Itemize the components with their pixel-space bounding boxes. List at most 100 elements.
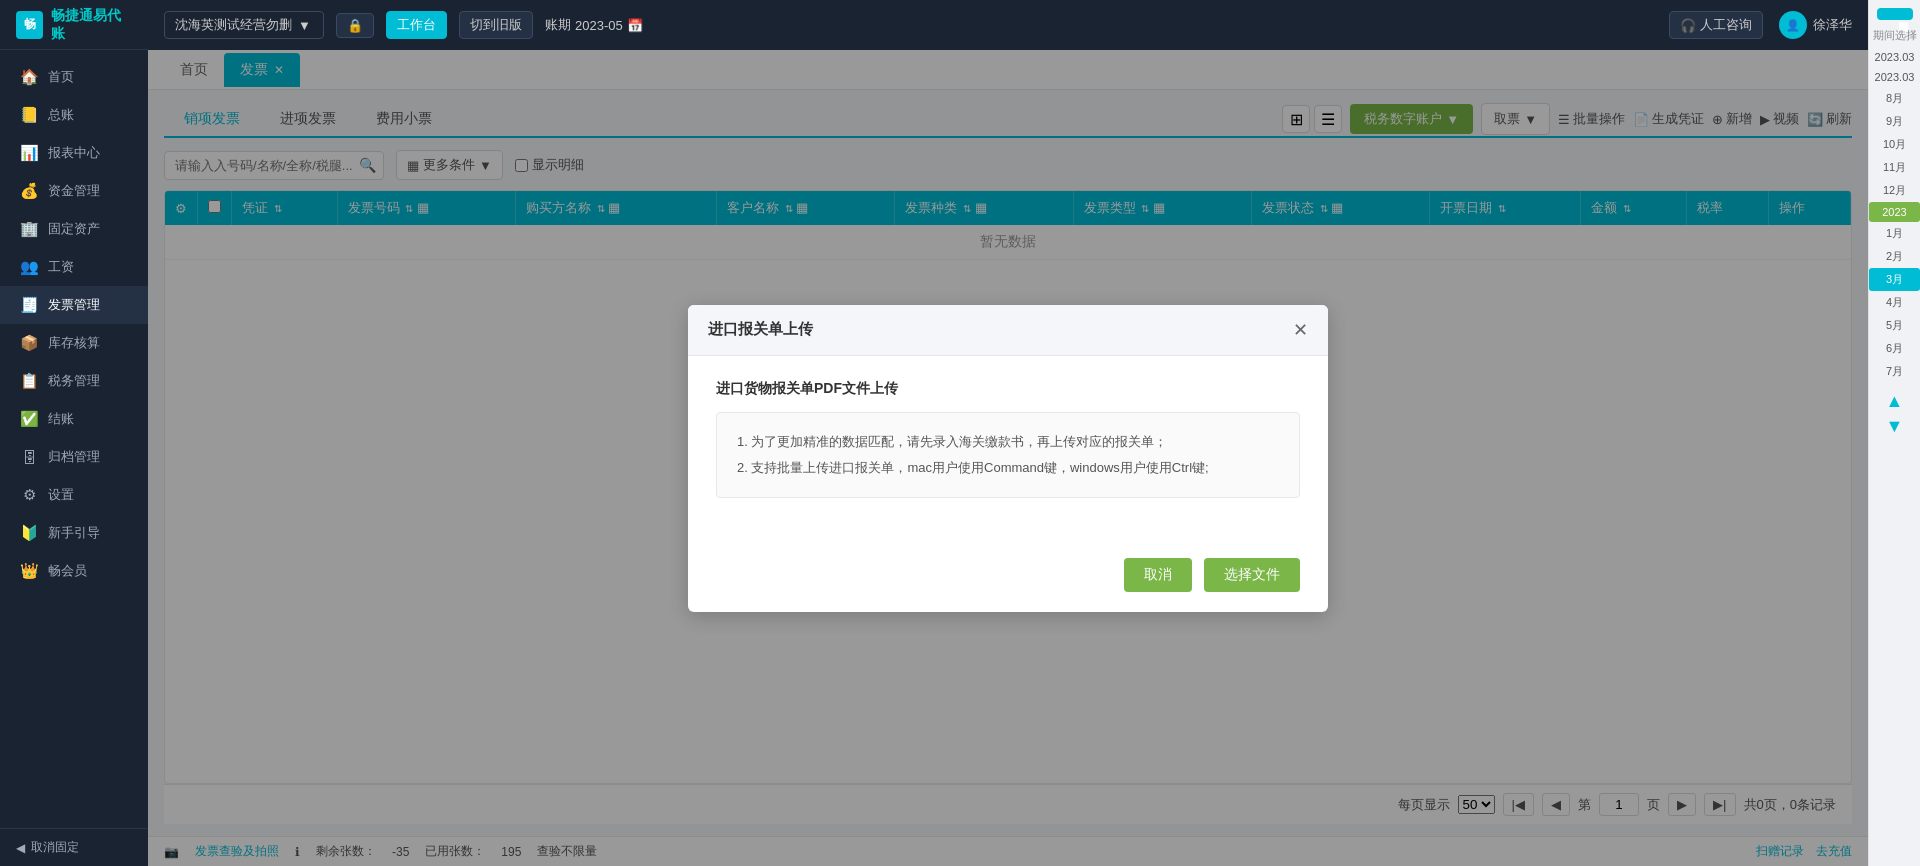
modal-info-box: 1. 为了更加精准的数据匹配，请先录入海关缴款书，再上传对应的报关单； 2. 支… — [716, 412, 1300, 498]
sidebar-item-label: 设置 — [48, 486, 74, 504]
sidebar-item-label: 库存核算 — [48, 334, 100, 352]
switch-label: 切到旧版 — [470, 16, 522, 34]
topbar-right: 🎧 人工咨询 👤 徐泽华 — [1669, 11, 1852, 39]
period-item-6[interactable]: 12月 — [1869, 179, 1920, 202]
period-item-12[interactable]: 5月 — [1869, 314, 1920, 337]
dropdown-icon: ▼ — [298, 18, 311, 33]
sidebar-nav: 🏠 首页 📒 总账 📊 报表中心 💰 资金管理 🏢 固定资产 👥 工资 🧾 发票… — [0, 50, 148, 828]
scroll-up-icon[interactable]: ▲ — [1886, 391, 1904, 412]
period-item-3[interactable]: 9月 — [1869, 110, 1920, 133]
sidebar: 畅 畅捷通易代账 🏠 首页 📒 总账 📊 报表中心 💰 资金管理 🏢 固定资产 … — [0, 0, 148, 866]
modal-close-button[interactable]: ✕ — [1293, 319, 1308, 341]
modal-info-item-1: 1. 为了更加精准的数据匹配，请先录入海关缴款书，再上传对应的报关单； — [737, 429, 1279, 455]
unpin-button[interactable]: ◀ 取消固定 — [0, 828, 148, 866]
unpin-label: 取消固定 — [31, 839, 79, 856]
archive-icon: 🗄 — [20, 449, 38, 466]
switch-version-button[interactable]: 切到旧版 — [459, 11, 533, 39]
main-area: 沈海英测试经营勿删 ▼ 🔒 工作台 切到旧版 账期 2023-05 📅 🎧 人工… — [148, 0, 1868, 866]
right-panel: 开票日期 期间选择 2023.03 2023.03 8月 9月 10月 11月 … — [1868, 0, 1920, 866]
open-date-btn[interactable]: 开票日期 — [1877, 8, 1913, 20]
period-item-9[interactable]: 2月 — [1869, 245, 1920, 268]
sidebar-item-label: 新手引导 — [48, 524, 100, 542]
period-item-13[interactable]: 6月 — [1869, 337, 1920, 360]
sidebar-item-tax[interactable]: 📋 税务管理 — [0, 362, 148, 400]
topbar: 沈海英测试经营勿删 ▼ 🔒 工作台 切到旧版 账期 2023-05 📅 🎧 人工… — [148, 0, 1868, 50]
period-item-4[interactable]: 10月 — [1869, 133, 1920, 156]
sidebar-item-label: 资金管理 — [48, 182, 100, 200]
period-item-8[interactable]: 1月 — [1869, 222, 1920, 245]
funds-icon: 💰 — [20, 182, 38, 200]
import-modal: 进口报关单上传 ✕ 进口货物报关单PDF文件上传 1. 为了更加精准的数据匹配，… — [688, 305, 1328, 612]
period-item-10[interactable]: 3月 — [1869, 268, 1920, 291]
home-icon: 🏠 — [20, 68, 38, 86]
settings-icon: ⚙ — [20, 486, 38, 504]
period-item-14[interactable]: 7月 — [1869, 360, 1920, 383]
sidebar-item-label: 首页 — [48, 68, 74, 86]
member-icon: 👑 — [20, 562, 38, 580]
company-selector[interactable]: 沈海英测试经营勿删 ▼ — [164, 11, 324, 39]
sidebar-item-label: 畅会员 — [48, 562, 87, 580]
sidebar-item-invoice[interactable]: 🧾 发票管理 — [0, 286, 148, 324]
company-name: 沈海英测试经营勿删 — [175, 16, 292, 34]
sidebar-item-label: 税务管理 — [48, 372, 100, 390]
sidebar-item-funds[interactable]: 💰 资金管理 — [0, 172, 148, 210]
sidebar-item-closing[interactable]: ✅ 结账 — [0, 400, 148, 438]
sidebar-item-label: 固定资产 — [48, 220, 100, 238]
sidebar-item-label: 工资 — [48, 258, 74, 276]
payroll-icon: 👥 — [20, 258, 38, 276]
modal-title: 进口报关单上传 — [708, 320, 813, 339]
sidebar-item-ledger[interactable]: 📒 总账 — [0, 96, 148, 134]
reports-icon: 📊 — [20, 144, 38, 162]
closing-icon: ✅ — [20, 410, 38, 428]
period-selector: 2023.03 2023.03 8月 9月 10月 11月 12月 2023 1… — [1869, 47, 1920, 383]
sidebar-item-label: 发票管理 — [48, 296, 100, 314]
support-label: 人工咨询 — [1700, 16, 1752, 34]
support-button[interactable]: 🎧 人工咨询 — [1669, 11, 1763, 39]
content-area: 首页 发票 ✕ 销项发票 进项发票 费用小票 — [148, 50, 1868, 866]
sidebar-item-reports[interactable]: 📊 报表中心 — [0, 134, 148, 172]
period-item-0[interactable]: 2023.03 — [1869, 47, 1920, 67]
sidebar-item-label: 报表中心 — [48, 144, 100, 162]
period-item-1[interactable]: 2023.03 — [1869, 67, 1920, 87]
headset-icon: 🎧 — [1680, 18, 1696, 33]
modal-overlay[interactable]: 进口报关单上传 ✕ 进口货物报关单PDF文件上传 1. 为了更加精准的数据匹配，… — [148, 50, 1868, 866]
period-display: 账期 2023-05 📅 — [545, 16, 643, 34]
scroll-down-icon[interactable]: ▼ — [1886, 416, 1904, 437]
pin-icon: ◀ — [16, 841, 25, 855]
tax-icon: 📋 — [20, 372, 38, 390]
period-item-11[interactable]: 4月 — [1869, 291, 1920, 314]
invoice-icon: 🧾 — [20, 296, 38, 314]
modal-header: 进口报关单上传 ✕ — [688, 305, 1328, 356]
period-label: 账期 — [545, 16, 571, 34]
username-label: 徐泽华 — [1813, 16, 1852, 34]
modal-section-title: 进口货物报关单PDF文件上传 — [716, 380, 1300, 398]
workspace-button[interactable]: 工作台 — [386, 11, 447, 39]
period-title-label: 期间选择 — [1873, 28, 1917, 43]
period-item-2[interactable]: 8月 — [1869, 87, 1920, 110]
app-name: 畅捷通易代账 — [51, 7, 132, 43]
sidebar-item-label: 总账 — [48, 106, 74, 124]
inventory-icon: 📦 — [20, 334, 38, 352]
sidebar-item-guide[interactable]: 🔰 新手引导 — [0, 514, 148, 552]
user-avatar: 👤 — [1779, 11, 1807, 39]
sidebar-item-inventory[interactable]: 📦 库存核算 — [0, 324, 148, 362]
workspace-label: 工作台 — [397, 16, 436, 34]
sidebar-item-payroll[interactable]: 👥 工资 — [0, 248, 148, 286]
modal-body: 进口货物报关单PDF文件上传 1. 为了更加精准的数据匹配，请先录入海关缴款书，… — [688, 356, 1328, 542]
modal-footer: 取消 选择文件 — [688, 542, 1328, 612]
period-item-5[interactable]: 11月 — [1869, 156, 1920, 179]
sidebar-item-home[interactable]: 🏠 首页 — [0, 58, 148, 96]
sidebar-item-archive[interactable]: 🗄 归档管理 — [0, 438, 148, 476]
sidebar-item-assets[interactable]: 🏢 固定资产 — [0, 210, 148, 248]
sidebar-item-label: 归档管理 — [48, 448, 100, 466]
assets-icon: 🏢 — [20, 220, 38, 238]
lock-icon: 🔒 — [347, 18, 363, 33]
cancel-button[interactable]: 取消 — [1124, 558, 1192, 592]
guide-icon: 🔰 — [20, 524, 38, 542]
user-menu[interactable]: 👤 徐泽华 — [1779, 11, 1852, 39]
lock-button[interactable]: 🔒 — [336, 13, 374, 38]
sidebar-item-member[interactable]: 👑 畅会员 — [0, 552, 148, 590]
sidebar-item-settings[interactable]: ⚙ 设置 — [0, 476, 148, 514]
period-item-7[interactable]: 2023 — [1869, 202, 1920, 222]
select-file-button[interactable]: 选择文件 — [1204, 558, 1300, 592]
